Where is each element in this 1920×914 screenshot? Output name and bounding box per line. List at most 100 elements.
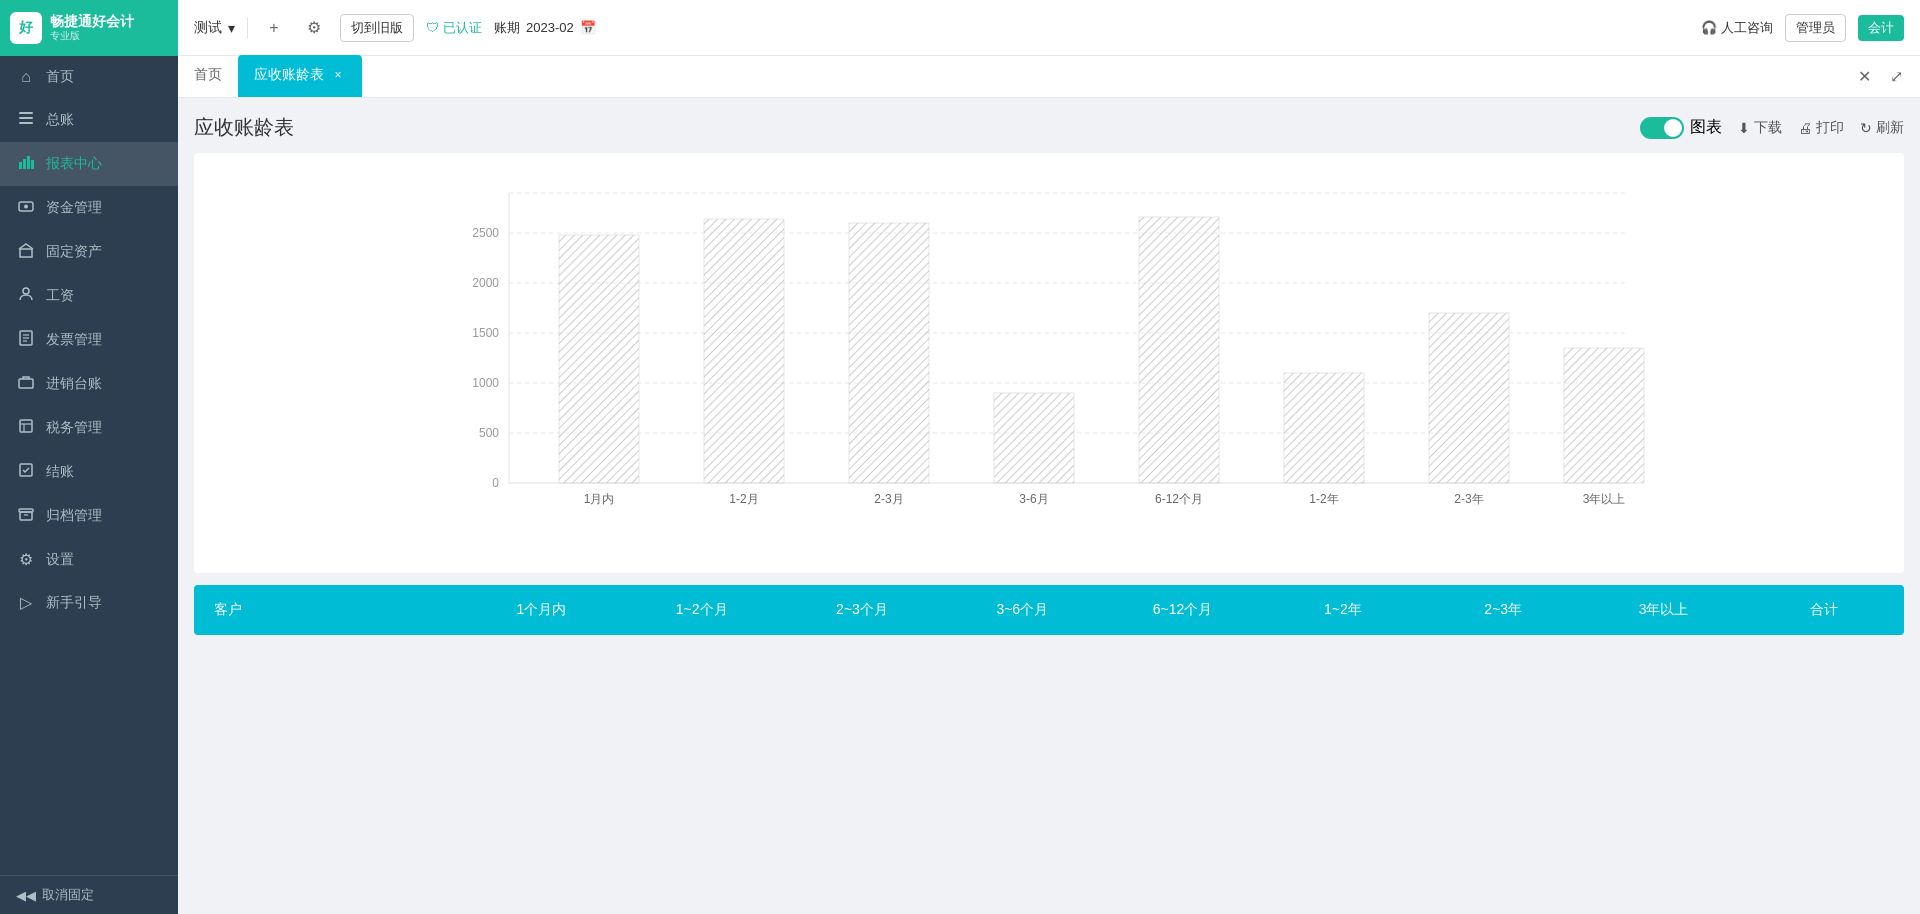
bar-1月内 [559, 235, 639, 483]
user-button[interactable]: 管理员 [1785, 14, 1846, 42]
tab-home-label: 首页 [194, 66, 222, 84]
tab-aging-label: 应收账龄表 [254, 66, 324, 84]
svg-rect-15 [19, 379, 33, 388]
app-edition: 专业版 [50, 29, 134, 43]
period-label: 账期 [494, 19, 520, 37]
close-window-icon[interactable]: ✕ [1852, 64, 1876, 88]
content-area: 应收账龄表 图表 ⬇ 下载 🖨 打印 ↻ 刷新 [178, 98, 1920, 914]
svg-text:1000: 1000 [472, 376, 499, 390]
sidebar-cancel-fixed-btn[interactable]: ◀◀ 取消固定 [0, 875, 178, 914]
svg-text:1-2年: 1-2年 [1309, 492, 1338, 506]
svg-point-8 [24, 205, 28, 209]
svg-rect-3 [19, 162, 22, 169]
sidebar-item-assets[interactable]: 固定资产 [0, 230, 178, 274]
sidebar-item-invoices[interactable]: 发票管理 [0, 318, 178, 362]
bar-2-3月 [849, 223, 929, 483]
svg-rect-16 [20, 420, 32, 432]
svg-text:3年以上: 3年以上 [1583, 492, 1626, 506]
tab-home[interactable]: 首页 [178, 55, 238, 97]
inventory-icon [16, 374, 36, 394]
svg-point-10 [23, 288, 29, 294]
download-btn[interactable]: ⬇ 下载 [1738, 119, 1782, 137]
bar-1-2年 [1284, 373, 1364, 483]
sidebar-item-home[interactable]: ⌂ 首页 [0, 56, 178, 98]
sidebar-item-ledger[interactable]: 总账 [0, 98, 178, 142]
sidebar-item-inventory[interactable]: 进销台账 [0, 362, 178, 406]
tax-icon [16, 418, 36, 438]
assets-icon [16, 242, 36, 262]
cancel-fixed-label: 取消固定 [42, 886, 94, 904]
sidebar-item-archive[interactable]: 归档管理 [0, 494, 178, 538]
calendar-icon[interactable]: 📅 [580, 20, 596, 35]
chart-svg: 0 500 1000 1500 2000 2500 1月内 [214, 173, 1884, 553]
download-label: 下载 [1754, 119, 1782, 137]
refresh-label: 刷新 [1876, 119, 1904, 137]
expand-icon[interactable]: ⤢ [1884, 64, 1908, 88]
col-header-1month: 1个月内 [461, 585, 621, 635]
sidebar-label-archive: 归档管理 [46, 507, 102, 525]
topbar-right: 🎧 人工咨询 管理员 会计 [1701, 14, 1904, 42]
bar-3年以上 [1564, 348, 1644, 483]
print-label: 打印 [1816, 119, 1844, 137]
sidebar-item-guide[interactable]: ▷ 新手引导 [0, 581, 178, 624]
role-button[interactable]: 会计 [1858, 15, 1904, 41]
bar-6-12月 [1139, 217, 1219, 483]
svg-text:1-2月: 1-2月 [729, 492, 758, 506]
tab-close-icon[interactable]: × [330, 67, 346, 83]
page-header: 应收账龄表 图表 ⬇ 下载 🖨 打印 ↻ 刷新 [194, 114, 1904, 141]
switch-version-btn[interactable]: 切到旧版 [340, 14, 414, 42]
bar-3-6月 [994, 393, 1074, 483]
sidebar-label-inventory: 进销台账 [46, 375, 102, 393]
dropdown-icon: ▾ [228, 20, 235, 36]
tabbar-right: ✕ ⤢ [1840, 55, 1920, 97]
svg-text:6-12个月: 6-12个月 [1155, 492, 1203, 506]
refresh-btn[interactable]: ↻ 刷新 [1860, 119, 1904, 137]
sidebar-item-settings[interactable]: ⚙ 设置 [0, 538, 178, 581]
topbar-divider-1 [247, 18, 248, 38]
home-icon: ⌂ [16, 68, 36, 86]
sidebar-item-wages[interactable]: 工资 [0, 274, 178, 318]
svg-text:1500: 1500 [472, 326, 499, 340]
sidebar-item-checkout[interactable]: 结账 [0, 450, 178, 494]
bar-1-2月 [704, 219, 784, 483]
headset-icon: 🎧 [1701, 20, 1717, 35]
svg-rect-6 [31, 160, 34, 169]
col-header-1-2month: 1~2个月 [622, 585, 782, 635]
svg-rect-0 [19, 112, 33, 114]
main-area: 测试 ▾ + ⚙ 切到旧版 🛡 已认证 账期 2023-02 📅 🎧 人工咨询 … [178, 0, 1920, 914]
add-button[interactable]: + [260, 14, 288, 42]
consult-label: 人工咨询 [1721, 19, 1773, 37]
svg-rect-4 [23, 159, 26, 169]
period-badge: 账期 2023-02 📅 [494, 19, 596, 37]
pin-icon: ◀◀ [16, 888, 36, 903]
sidebar-label-checkout: 结账 [46, 463, 74, 481]
chart-toggle-switch[interactable] [1640, 117, 1684, 139]
chart-toggle-group: 图表 [1640, 117, 1722, 139]
sidebar-nav: ⌂ 首页 总账 报表中心 资金管理 [0, 56, 178, 875]
sidebar-item-funds[interactable]: 资金管理 [0, 186, 178, 230]
topbar: 测试 ▾ + ⚙ 切到旧版 🛡 已认证 账期 2023-02 📅 🎧 人工咨询 … [178, 0, 1920, 56]
svg-text:2-3月: 2-3月 [874, 492, 903, 506]
col-header-customer: 客户 [194, 585, 461, 635]
svg-text:1月内: 1月内 [584, 492, 615, 506]
col-header-6-12month: 6~12个月 [1102, 585, 1262, 635]
svg-rect-9 [20, 249, 32, 257]
sidebar-label-guide: 新手引导 [46, 594, 102, 612]
ledger-icon [16, 110, 36, 130]
print-icon: 🖨 [1798, 120, 1812, 136]
project-selector[interactable]: 测试 ▾ [194, 19, 235, 37]
wages-icon [16, 286, 36, 306]
bar-2-3年 [1429, 313, 1509, 483]
app-name-block: 畅捷通好会计 专业版 [50, 13, 134, 44]
chart-toggle-label: 图表 [1690, 117, 1722, 138]
settings-button[interactable]: ⚙ [300, 14, 328, 42]
tab-aging-report[interactable]: 应收账龄表 × [238, 55, 362, 97]
consult-button[interactable]: 🎧 人工咨询 [1701, 19, 1773, 37]
sidebar-item-reports[interactable]: 报表中心 [0, 142, 178, 186]
table-header: 客户 1个月内 1~2个月 2~3个月 3~6个月 6~12个月 1~2年 2~… [194, 585, 1904, 635]
print-btn[interactable]: 🖨 打印 [1798, 119, 1844, 137]
sidebar-item-tax[interactable]: 税务管理 [0, 406, 178, 450]
svg-text:2500: 2500 [472, 226, 499, 240]
sidebar-label-invoices: 发票管理 [46, 331, 102, 349]
invoices-icon [16, 330, 36, 350]
